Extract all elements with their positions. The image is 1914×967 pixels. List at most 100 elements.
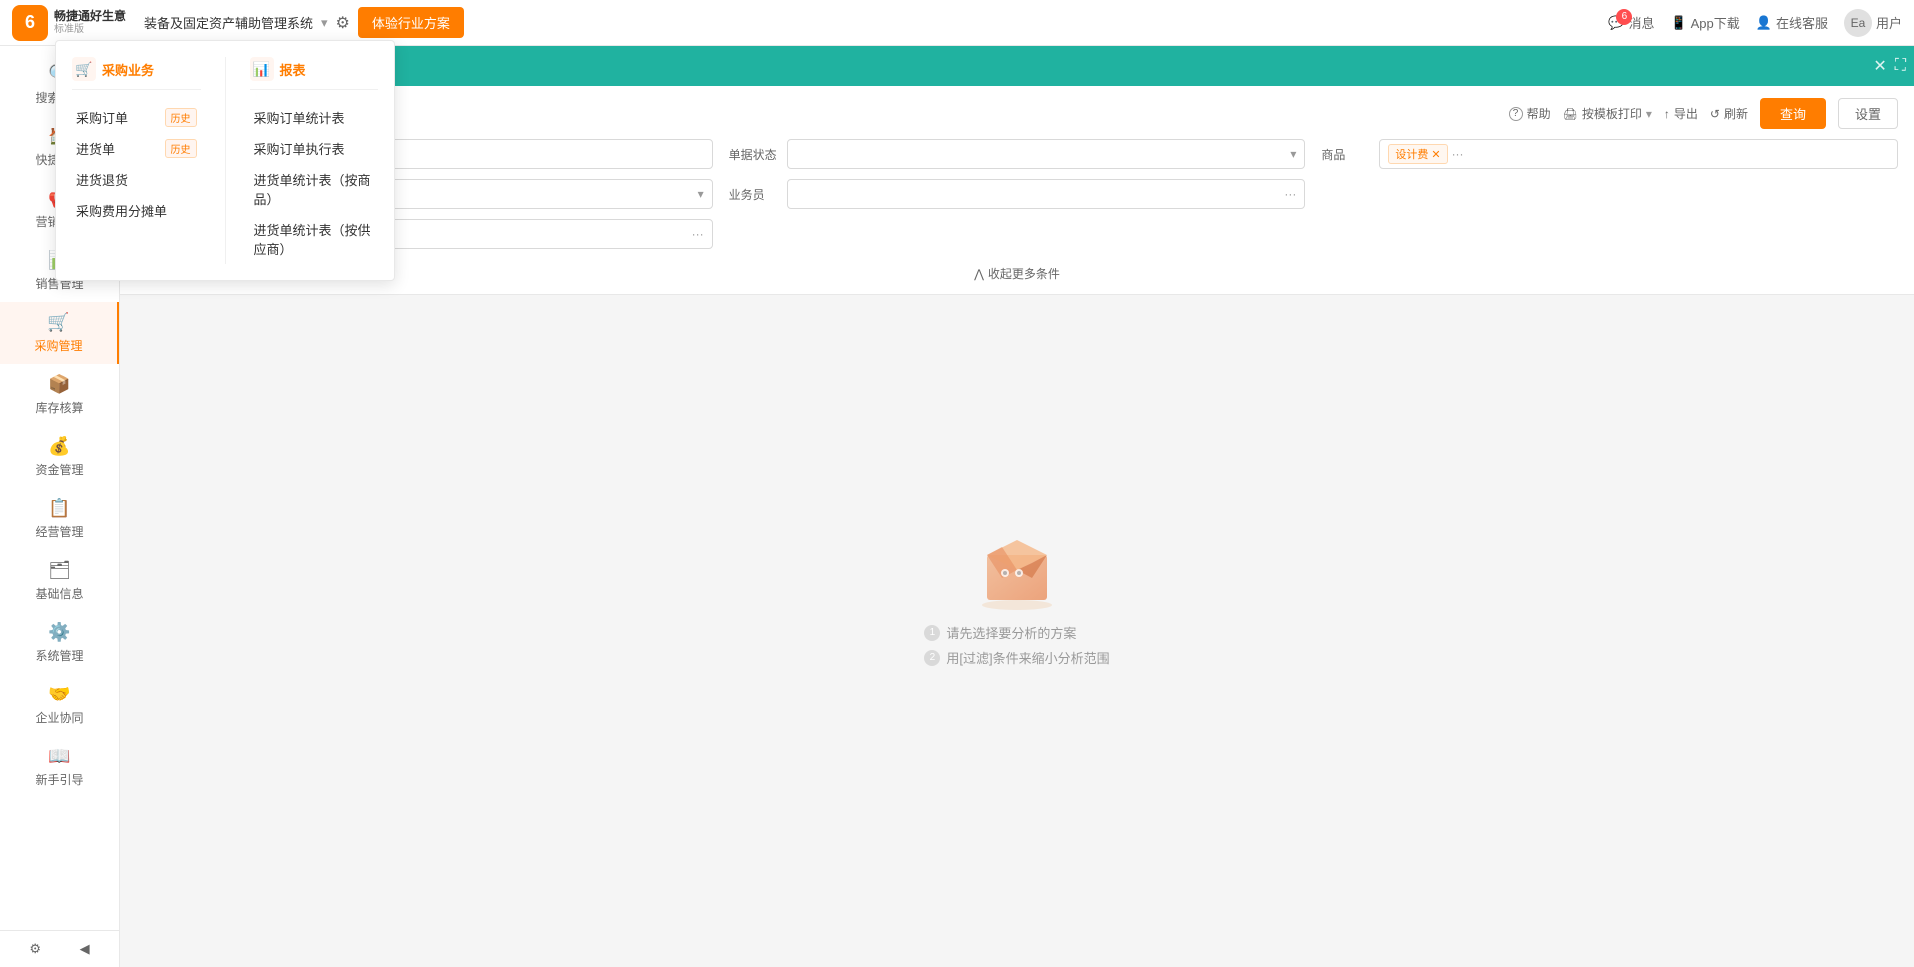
sidebar-item-label: 经营管理 <box>35 523 83 540</box>
notification-action[interactable]: 💬 6 消息 <box>1608 13 1654 32</box>
filter-toolbar: ? 帮助 🖨 按模板打印 ▾ ↑ 导出 ↺ 刷新 <box>136 98 1898 129</box>
purchase-order-label: 采购订单 <box>76 108 128 127</box>
system-settings-icon[interactable]: ⚙ <box>336 13 350 33</box>
dropdown-col-purchase: 🛒 采购业务 采购订单 历史 进货单 历史 进货退货 采购费用分摊单 <box>72 57 201 264</box>
dropdown-col-report: 📊 报表 采购订单统计表 采购订单执行表 进货单统计表（按商品） 进货单统计表（… <box>250 57 379 264</box>
help-label: 帮助 <box>1527 105 1551 122</box>
sidebar-settings-icon[interactable]: ⚙ <box>29 941 41 957</box>
trial-button[interactable]: 体验行业方案 <box>358 7 464 38</box>
goods-dots: ··· <box>1452 147 1464 161</box>
purchase-dropdown-menu: 🛒 采购业务 采购订单 历史 进货单 历史 进货退货 采购费用分摊单 📊 <box>55 40 395 281</box>
query-button[interactable]: 查询 <box>1760 98 1826 129</box>
purchase-icon: 🛒 <box>47 312 69 333</box>
export-label: 导出 <box>1674 105 1698 122</box>
status-arrow: ▾ <box>1290 147 1296 161</box>
menu-item-inbound[interactable]: 进货单 历史 <box>72 133 201 164</box>
app-download-action[interactable]: 📱 App下载 <box>1670 13 1739 32</box>
empty-state: 1 请先选择要分析的方案 2 用[过滤]条件来缩小分析范围 <box>120 295 1914 967</box>
user-action[interactable]: Ea 用户 <box>1844 9 1902 37</box>
menu-item-inbound-stat-supplier[interactable]: 进货单统计表（按供应商） <box>250 214 379 264</box>
refresh-icon: ↺ <box>1710 107 1720 121</box>
operation-icon: 📋 <box>48 498 70 519</box>
sidebar-item-inventory[interactable]: 📦 库存核算 <box>0 364 119 426</box>
notification-count: 6 <box>1616 9 1632 25</box>
status-input[interactable]: ▾ <box>787 139 1306 169</box>
logo-area: 6 畅捷通好生意 标准版 <box>12 5 132 41</box>
salesperson-label: 业务员 <box>729 186 779 203</box>
sidebar-item-label: 采购管理 <box>34 337 82 354</box>
menu-item-expense[interactable]: 采购费用分摊单 <box>72 195 201 226</box>
export-icon: ↑ <box>1664 107 1670 121</box>
logo-icon: 6 <box>12 5 48 41</box>
history-tag-purchase-order: 历史 <box>165 108 197 127</box>
goods-input[interactable]: 设计费 ✕ ··· <box>1379 139 1898 169</box>
sidebar-item-label: 资金管理 <box>35 461 83 478</box>
settings-button[interactable]: 设置 <box>1838 98 1898 129</box>
collapse-up-icon: ⋀ <box>974 267 984 281</box>
sidebar-item-fund[interactable]: 💰 资金管理 <box>0 426 119 488</box>
status-label: 单据状态 <box>729 146 779 163</box>
fund-icon: 💰 <box>48 436 70 457</box>
purchase-col-header: 🛒 采购业务 <box>72 57 201 90</box>
help-action[interactable]: ? 帮助 <box>1509 105 1551 122</box>
report-col-header: 📊 报表 <box>250 57 379 90</box>
print-action[interactable]: 🖨 按模板打印 ▾ <box>1563 105 1652 122</box>
app-label: App下载 <box>1691 13 1740 32</box>
inbound-label: 进货单 <box>76 139 115 158</box>
export-action[interactable]: ↑ 导出 <box>1664 105 1698 122</box>
refresh-action[interactable]: ↺ 刷新 <box>1710 105 1748 122</box>
rank-arrow: ▾ <box>698 187 704 201</box>
sidebar-item-purchase[interactable]: 🛒 采购管理 <box>0 302 119 364</box>
tab-expand-button[interactable]: ⛶ <box>1895 57 1906 75</box>
filter-goods-item: 商品 设计费 ✕ ··· <box>1321 139 1898 169</box>
goods-tag-text: 设计费 <box>1395 146 1428 162</box>
step2-text: 用[过滤]条件来缩小分析范围 <box>946 648 1109 667</box>
filter-row-2: 排名项目 金额 ▾ 业务员 ··· <box>136 179 1898 209</box>
salesperson-input[interactable]: ··· <box>787 179 1306 209</box>
dropdown-divider <box>225 57 226 264</box>
sidebar-collapse-icon[interactable]: ◀ <box>80 941 90 957</box>
sidebar-bottom: ⚙ ◀ <box>0 930 119 967</box>
report-col-title: 报表 <box>280 60 306 79</box>
step1-dot: 1 <box>924 625 940 641</box>
empty-illustration <box>957 515 1077 615</box>
goods-label: 商品 <box>1321 146 1371 163</box>
menu-item-inbound-stat-goods[interactable]: 进货单统计表（按商品） <box>250 164 379 214</box>
purchase-col-icon: 🛒 <box>72 57 96 81</box>
sidebar-item-label: 企业协同 <box>35 709 83 726</box>
return-label: 进货退货 <box>76 170 128 189</box>
empty-text: 1 请先选择要分析的方案 2 用[过滤]条件来缩小分析范围 <box>924 623 1109 667</box>
goods-tag-close-icon[interactable]: ✕ <box>1431 148 1440 161</box>
sidebar-item-operation[interactable]: 📋 经营管理 <box>0 488 119 550</box>
refresh-label: 刷新 <box>1724 105 1748 122</box>
system-icon: ⚙️ <box>48 622 70 643</box>
customer-dots: ··· <box>692 227 704 241</box>
sidebar-item-guide[interactable]: 📖 新手引导 <box>0 736 119 798</box>
menu-item-order-exec[interactable]: 采购订单执行表 <box>250 133 379 164</box>
salesperson-dots: ··· <box>1284 187 1296 201</box>
logo-main: 畅捷通好生意 <box>54 9 126 23</box>
logo-sub: 标准版 <box>54 24 126 36</box>
header-right: 💬 6 消息 📱 App下载 👤 在线客服 Ea 用户 <box>1608 9 1902 37</box>
menu-item-order-stat[interactable]: 采购订单统计表 <box>250 102 379 133</box>
report-col-icon: 📊 <box>250 57 274 81</box>
inventory-icon: 📦 <box>48 374 70 395</box>
sidebar-item-corp[interactable]: 🤝 企业协同 <box>0 674 119 736</box>
menu-item-return[interactable]: 进货退货 <box>72 164 201 195</box>
collapse-button[interactable]: ⋀ 收起更多条件 <box>136 259 1898 282</box>
header-center: 装备及固定资产辅助管理系统 ▾ ⚙ 体验行业方案 <box>132 7 1608 38</box>
notification-label: 消息 <box>1628 13 1654 32</box>
sidebar-item-basic[interactable]: 🗂 基础信息 <box>0 550 119 612</box>
dropdown-columns: 🛒 采购业务 采购订单 历史 进货单 历史 进货退货 采购费用分摊单 📊 <box>72 57 378 264</box>
collapse-label: 收起更多条件 <box>988 265 1060 282</box>
menu-item-purchase-order[interactable]: 采购订单 历史 <box>72 102 201 133</box>
user-label: 用户 <box>1876 13 1902 32</box>
tab-close-button[interactable]: ✕ <box>1873 56 1886 76</box>
service-icon: 👤 <box>1756 15 1772 31</box>
filter-row-1: 日期 近37天 更多 自定义 单据状态 ▾ 商品 <box>136 139 1898 169</box>
system-dropdown-arrow[interactable]: ▾ <box>321 15 328 31</box>
basic-icon: 🗂 <box>48 560 71 581</box>
sidebar-item-system[interactable]: ⚙️ 系统管理 <box>0 612 119 674</box>
goods-tag: 设计费 ✕ <box>1388 144 1447 164</box>
online-service-action[interactable]: 👤 在线客服 <box>1756 13 1828 32</box>
